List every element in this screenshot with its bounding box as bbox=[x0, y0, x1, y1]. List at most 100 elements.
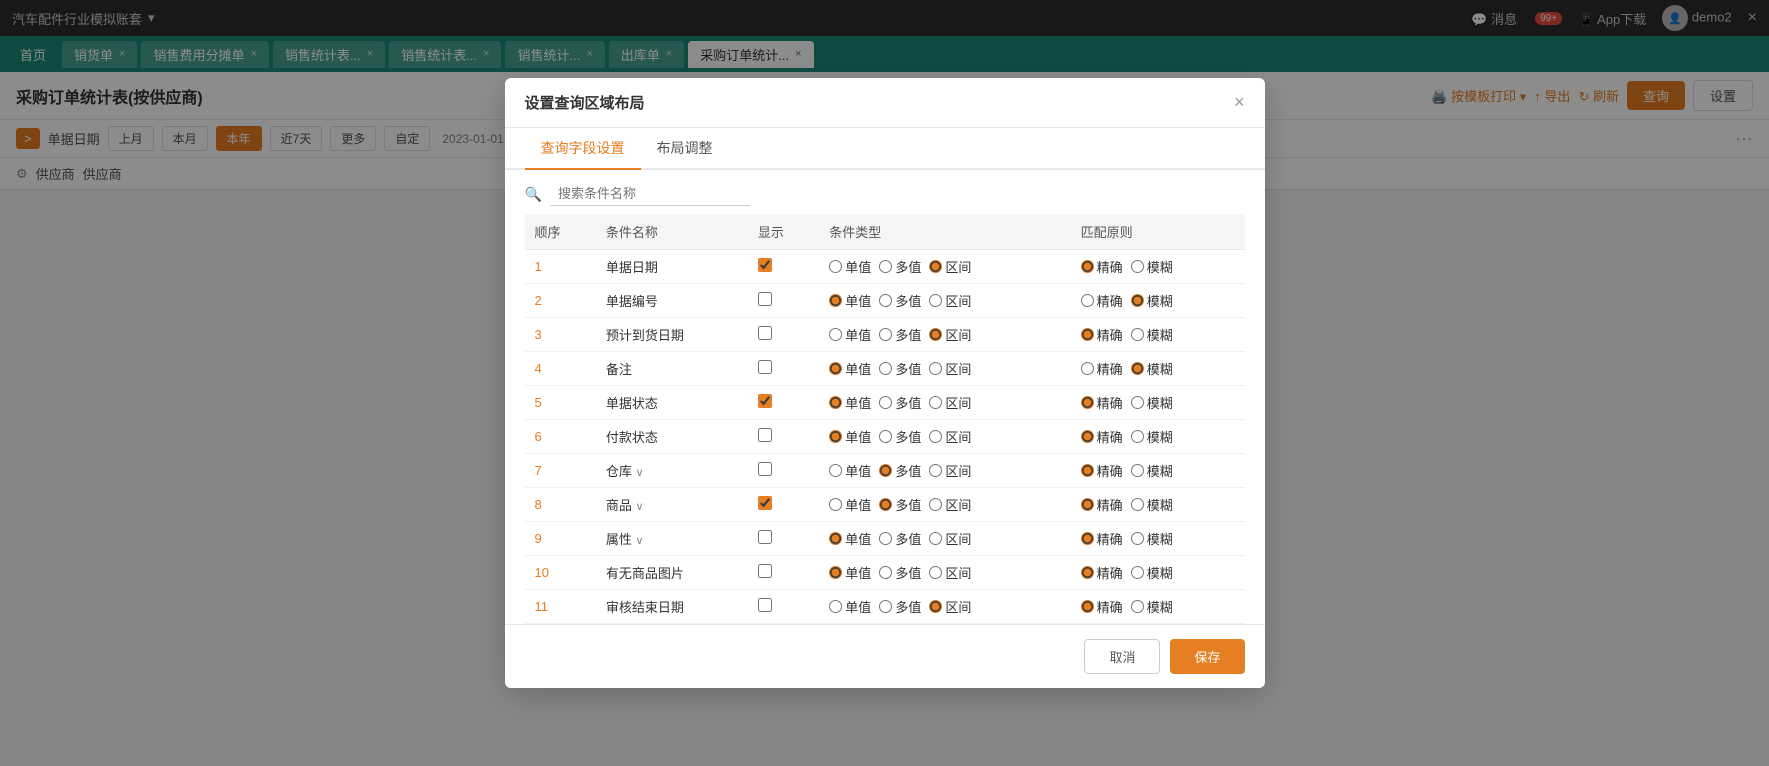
row-display bbox=[748, 386, 819, 420]
row-order: 9 bbox=[525, 522, 596, 556]
row-match: 精确模糊 bbox=[1071, 352, 1245, 386]
match-option-模糊[interactable]: 模糊 bbox=[1131, 427, 1173, 446]
th-display: 显示 bbox=[748, 214, 819, 250]
match-option-精确[interactable]: 精确 bbox=[1081, 291, 1123, 310]
type-option-多值[interactable]: 多值 bbox=[879, 563, 921, 582]
type-option-单值[interactable]: 单值 bbox=[829, 563, 871, 582]
match-option-精确[interactable]: 精确 bbox=[1081, 461, 1123, 480]
display-checkbox[interactable] bbox=[758, 258, 772, 272]
display-checkbox[interactable] bbox=[758, 598, 772, 612]
save-button[interactable]: 保存 bbox=[1170, 639, 1244, 674]
match-option-模糊[interactable]: 模糊 bbox=[1131, 325, 1173, 344]
row-match: 精确模糊 bbox=[1071, 420, 1245, 454]
type-option-区间[interactable]: 区间 bbox=[929, 257, 971, 276]
type-option-区间[interactable]: 区间 bbox=[929, 325, 971, 344]
display-checkbox[interactable] bbox=[758, 462, 772, 476]
modal-overlay: 设置查询区域布局 × 查询字段设置 布局调整 🔍 顺序 条件名 bbox=[0, 0, 1769, 766]
display-checkbox[interactable] bbox=[758, 394, 772, 408]
dialog-header: 设置查询区域布局 × bbox=[505, 78, 1265, 128]
type-option-单值[interactable]: 单值 bbox=[829, 427, 871, 446]
type-option-单值[interactable]: 单值 bbox=[829, 393, 871, 412]
display-checkbox[interactable] bbox=[758, 326, 772, 340]
type-option-多值[interactable]: 多值 bbox=[879, 257, 921, 276]
match-option-模糊[interactable]: 模糊 bbox=[1131, 393, 1173, 412]
match-option-精确[interactable]: 精确 bbox=[1081, 427, 1123, 446]
type-option-单值[interactable]: 单值 bbox=[829, 257, 871, 276]
row-name: 单据编号 bbox=[596, 284, 748, 318]
type-option-单值[interactable]: 单值 bbox=[829, 291, 871, 310]
condition-search-input[interactable] bbox=[550, 182, 750, 206]
type-option-多值[interactable]: 多值 bbox=[879, 359, 921, 378]
type-option-区间[interactable]: 区间 bbox=[929, 597, 971, 616]
type-option-多值[interactable]: 多值 bbox=[879, 495, 921, 514]
row-name: 属性 ∨ bbox=[596, 522, 748, 556]
type-option-单值[interactable]: 单值 bbox=[829, 359, 871, 378]
type-option-多值[interactable]: 多值 bbox=[879, 393, 921, 412]
display-checkbox[interactable] bbox=[758, 496, 772, 510]
row-name: 付款状态 bbox=[596, 420, 748, 454]
type-option-区间[interactable]: 区间 bbox=[929, 291, 971, 310]
row-match: 精确模糊 bbox=[1071, 590, 1245, 624]
row-type: 单值多值区间 bbox=[819, 488, 1070, 522]
match-option-模糊[interactable]: 模糊 bbox=[1131, 495, 1173, 514]
row-order: 1 bbox=[525, 250, 596, 284]
match-option-模糊[interactable]: 模糊 bbox=[1131, 529, 1173, 548]
dialog-close-button[interactable]: × bbox=[1234, 92, 1245, 113]
match-option-模糊[interactable]: 模糊 bbox=[1131, 563, 1173, 582]
display-checkbox[interactable] bbox=[758, 564, 772, 578]
th-type: 条件类型 bbox=[819, 214, 1070, 250]
dialog-tab-query-fields[interactable]: 查询字段设置 bbox=[525, 128, 641, 170]
row-type: 单值多值区间 bbox=[819, 250, 1070, 284]
type-option-单值[interactable]: 单值 bbox=[829, 325, 871, 344]
type-option-单值[interactable]: 单值 bbox=[829, 529, 871, 548]
type-option-多值[interactable]: 多值 bbox=[879, 427, 921, 446]
row-match: 精确模糊 bbox=[1071, 284, 1245, 318]
match-option-模糊[interactable]: 模糊 bbox=[1131, 291, 1173, 310]
match-option-精确[interactable]: 精确 bbox=[1081, 393, 1123, 412]
dropdown-arrow-icon[interactable]: ∨ bbox=[636, 535, 644, 547]
type-option-区间[interactable]: 区间 bbox=[929, 529, 971, 548]
display-checkbox[interactable] bbox=[758, 428, 772, 442]
type-option-多值[interactable]: 多值 bbox=[879, 461, 921, 480]
dialog-tab-layout[interactable]: 布局调整 bbox=[641, 128, 729, 170]
row-type: 单值多值区间 bbox=[819, 420, 1070, 454]
table-row: 7仓库 ∨单值多值区间精确模糊 bbox=[525, 454, 1245, 488]
match-option-模糊[interactable]: 模糊 bbox=[1131, 359, 1173, 378]
type-option-区间[interactable]: 区间 bbox=[929, 359, 971, 378]
match-option-精确[interactable]: 精确 bbox=[1081, 359, 1123, 378]
display-checkbox[interactable] bbox=[758, 360, 772, 374]
match-option-精确[interactable]: 精确 bbox=[1081, 529, 1123, 548]
row-order: 3 bbox=[525, 318, 596, 352]
match-option-精确[interactable]: 精确 bbox=[1081, 563, 1123, 582]
match-option-精确[interactable]: 精确 bbox=[1081, 495, 1123, 514]
cancel-button[interactable]: 取消 bbox=[1084, 639, 1160, 674]
table-row: 4备注单值多值区间精确模糊 bbox=[525, 352, 1245, 386]
row-name: 备注 bbox=[596, 352, 748, 386]
dropdown-arrow-icon[interactable]: ∨ bbox=[636, 467, 644, 479]
row-match: 精确模糊 bbox=[1071, 488, 1245, 522]
match-option-模糊[interactable]: 模糊 bbox=[1131, 597, 1173, 616]
row-display bbox=[748, 318, 819, 352]
type-option-单值[interactable]: 单值 bbox=[829, 495, 871, 514]
type-option-多值[interactable]: 多值 bbox=[879, 325, 921, 344]
display-checkbox[interactable] bbox=[758, 292, 772, 306]
dropdown-arrow-icon[interactable]: ∨ bbox=[636, 501, 644, 513]
type-option-多值[interactable]: 多值 bbox=[879, 529, 921, 548]
match-option-精确[interactable]: 精确 bbox=[1081, 597, 1123, 616]
type-option-区间[interactable]: 区间 bbox=[929, 495, 971, 514]
match-option-精确[interactable]: 精确 bbox=[1081, 325, 1123, 344]
type-option-单值[interactable]: 单值 bbox=[829, 597, 871, 616]
match-option-精确[interactable]: 精确 bbox=[1081, 257, 1123, 276]
type-option-单值[interactable]: 单值 bbox=[829, 461, 871, 480]
type-option-区间[interactable]: 区间 bbox=[929, 461, 971, 480]
type-option-多值[interactable]: 多值 bbox=[879, 597, 921, 616]
type-option-区间[interactable]: 区间 bbox=[929, 393, 971, 412]
match-option-模糊[interactable]: 模糊 bbox=[1131, 461, 1173, 480]
row-order: 10 bbox=[525, 556, 596, 590]
display-checkbox[interactable] bbox=[758, 530, 772, 544]
match-option-模糊[interactable]: 模糊 bbox=[1131, 257, 1173, 276]
row-type: 单值多值区间 bbox=[819, 352, 1070, 386]
type-option-区间[interactable]: 区间 bbox=[929, 427, 971, 446]
type-option-区间[interactable]: 区间 bbox=[929, 563, 971, 582]
type-option-多值[interactable]: 多值 bbox=[879, 291, 921, 310]
